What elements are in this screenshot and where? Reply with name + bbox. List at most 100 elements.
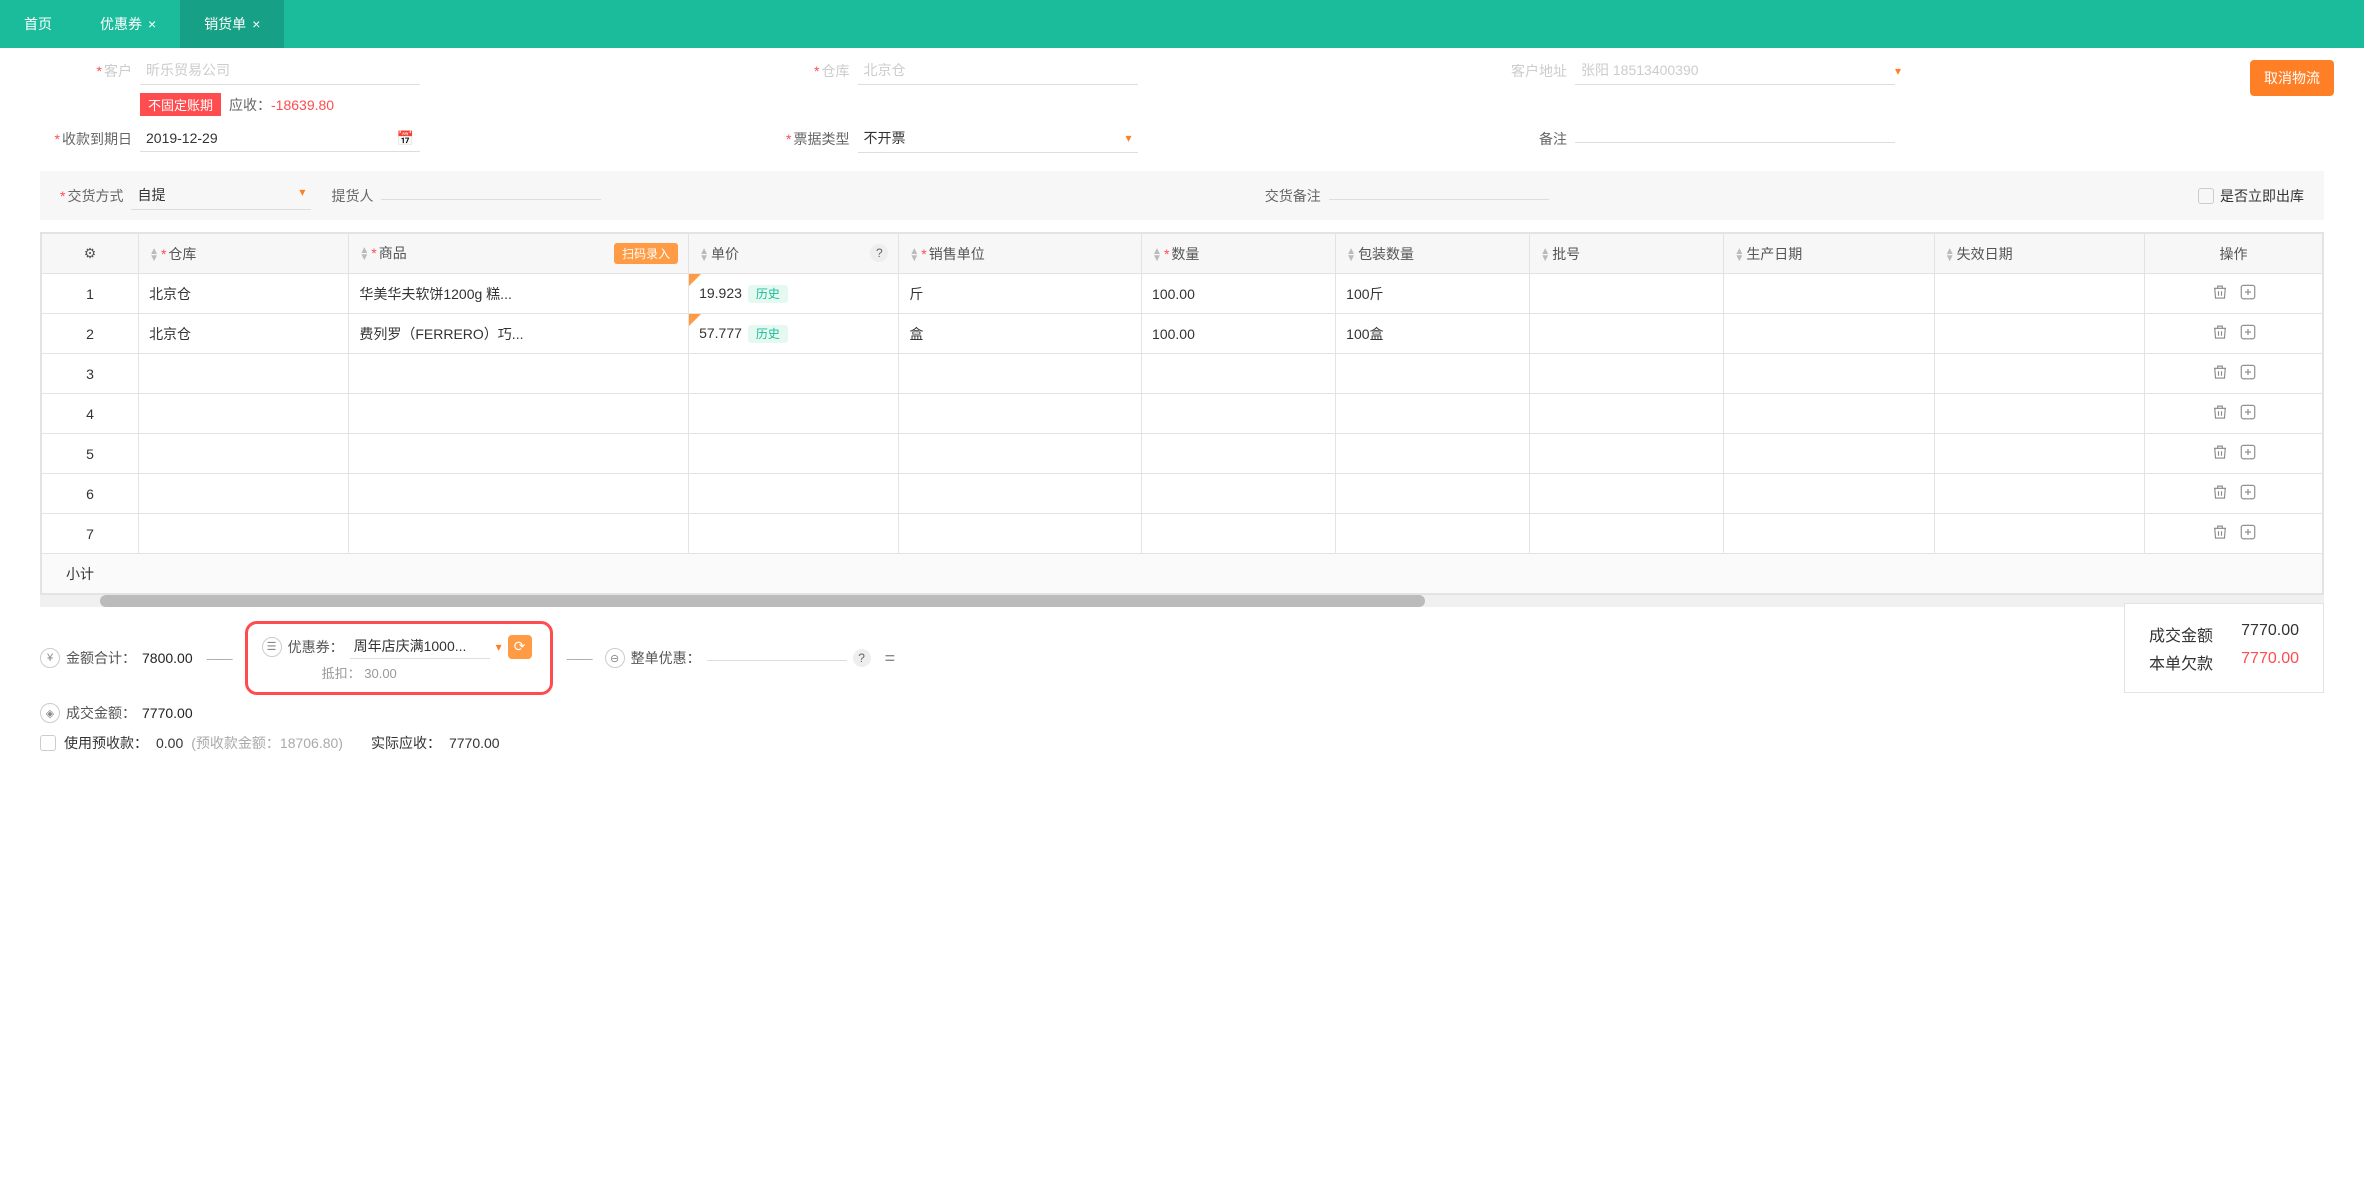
table-row[interactable]: 5 [42,434,2323,474]
qty-cell[interactable] [1142,394,1336,434]
horizontal-scrollbar[interactable] [40,595,2324,607]
customer-field[interactable]: 昕乐贸易公司 [140,56,420,85]
payment-date-field[interactable]: 2019-12-29 📅 [140,126,420,152]
unit-cell[interactable] [899,394,1142,434]
pack-qty-cell[interactable] [1336,514,1530,554]
invoice-type-field[interactable]: 不开票 ▾ [858,124,1138,153]
sort-icon[interactable]: ▲▼ [359,247,369,261]
history-button[interactable]: 历史 [748,285,788,303]
delete-icon[interactable] [2211,443,2229,464]
add-row-icon[interactable] [2239,523,2257,544]
address-field[interactable]: 张阳 18513400390 [1575,56,1895,85]
warehouse-cell[interactable] [139,434,349,474]
pack-qty-cell[interactable] [1336,474,1530,514]
delete-icon[interactable] [2211,363,2229,384]
warehouse-cell[interactable]: 北京仓 [139,274,349,314]
price-cell[interactable]: 57.777历史 [689,314,899,354]
coupon-select[interactable]: 周年店庆满1000... [350,634,490,659]
use-prepay-checkbox[interactable] [40,735,56,751]
add-row-icon[interactable] [2239,323,2257,344]
unit-cell[interactable] [899,474,1142,514]
picker-field[interactable] [381,191,601,200]
sort-icon[interactable]: ▲▼ [1540,248,1550,262]
table-row[interactable]: 2 北京仓 费列罗（FERRERO）巧... 57.777历史 盒 100.00… [42,314,2323,354]
chevron-down-icon[interactable]: ▾ [496,640,502,654]
table-row[interactable]: 4 [42,394,2323,434]
qty-cell[interactable]: 100.00 [1142,314,1336,354]
pack-qty-cell[interactable]: 100盒 [1336,314,1530,354]
unit-cell[interactable] [899,514,1142,554]
pack-qty-cell[interactable] [1336,394,1530,434]
warehouse-cell[interactable] [139,394,349,434]
delivery-method-field[interactable]: 自提 ▾ [131,181,311,210]
warehouse-cell[interactable] [139,514,349,554]
add-row-icon[interactable] [2239,283,2257,304]
table-row[interactable]: 7 [42,514,2323,554]
scan-button[interactable]: 扫码录入 [614,243,678,264]
remark-field[interactable] [1575,134,1895,143]
qty-cell[interactable] [1142,514,1336,554]
table-row[interactable]: 3 [42,354,2323,394]
calendar-icon[interactable]: 📅 [397,130,414,147]
warehouse-field[interactable]: 北京仓 [858,56,1138,85]
delete-icon[interactable] [2211,323,2229,344]
warehouse-cell[interactable]: 北京仓 [139,314,349,354]
table-row[interactable]: 6 [42,474,2323,514]
gear-icon[interactable]: ⚙ [84,245,97,261]
close-icon[interactable]: × [148,16,156,32]
qty-cell[interactable]: 100.00 [1142,274,1336,314]
delete-icon[interactable] [2211,483,2229,504]
delivery-remark-field[interactable] [1329,191,1549,200]
delete-icon[interactable] [2211,523,2229,544]
chevron-down-icon[interactable]: ▾ [299,185,305,205]
chevron-down-icon[interactable]: ▾ [1895,64,1901,78]
sort-icon[interactable]: ▲▼ [699,248,709,262]
close-icon[interactable]: × [252,16,260,32]
add-row-icon[interactable] [2239,443,2257,464]
refresh-icon[interactable]: ⟳ [508,635,532,659]
sort-icon[interactable]: ▲▼ [1945,248,1955,262]
sort-icon[interactable]: ▲▼ [1152,248,1162,262]
add-row-icon[interactable] [2239,483,2257,504]
help-icon[interactable]: ? [853,649,871,667]
delete-icon[interactable] [2211,283,2229,304]
unit-cell[interactable] [899,354,1142,394]
product-cell[interactable]: 费列罗（FERRERO）巧... [349,314,689,354]
product-cell[interactable] [349,434,689,474]
warehouse-cell[interactable] [139,474,349,514]
product-cell[interactable]: 华美华夫软饼1200g 糕... [349,274,689,314]
product-cell[interactable] [349,394,689,434]
sort-icon[interactable]: ▲▼ [149,248,159,262]
pack-qty-cell[interactable] [1336,434,1530,474]
pack-qty-cell[interactable]: 100斤 [1336,274,1530,314]
qty-cell[interactable] [1142,354,1336,394]
prepay-balance: (预收款金额：18706.80) [191,733,343,753]
product-cell[interactable] [349,354,689,394]
price-cell[interactable]: 19.923历史 [689,274,899,314]
cancel-logistics-button[interactable]: 取消物流 [2250,60,2334,96]
tab-sales-order[interactable]: 销货单× [180,0,284,48]
help-icon[interactable]: ? [870,244,888,262]
order-discount-field[interactable] [707,656,847,661]
history-button[interactable]: 历史 [748,325,788,343]
sort-icon[interactable]: ▲▼ [1734,248,1744,262]
add-row-icon[interactable] [2239,403,2257,424]
tab-coupon[interactable]: 优惠券× [76,0,180,48]
tab-home[interactable]: 首页 [0,0,76,48]
qty-cell[interactable] [1142,434,1336,474]
unit-cell[interactable]: 斤 [899,274,1142,314]
product-cell[interactable] [349,474,689,514]
product-cell[interactable] [349,514,689,554]
sort-icon[interactable]: ▲▼ [1346,248,1356,262]
sort-icon[interactable]: ▲▼ [909,248,919,262]
warehouse-cell[interactable] [139,354,349,394]
pack-qty-cell[interactable] [1336,354,1530,394]
qty-cell[interactable] [1142,474,1336,514]
unit-cell[interactable]: 盒 [899,314,1142,354]
unit-cell[interactable] [899,434,1142,474]
chevron-down-icon[interactable]: ▾ [1125,131,1131,145]
delete-icon[interactable] [2211,403,2229,424]
immediate-out-checkbox[interactable] [2198,188,2214,204]
add-row-icon[interactable] [2239,363,2257,384]
table-row[interactable]: 1 北京仓 华美华夫软饼1200g 糕... 19.923历史 斤 100.00… [42,274,2323,314]
